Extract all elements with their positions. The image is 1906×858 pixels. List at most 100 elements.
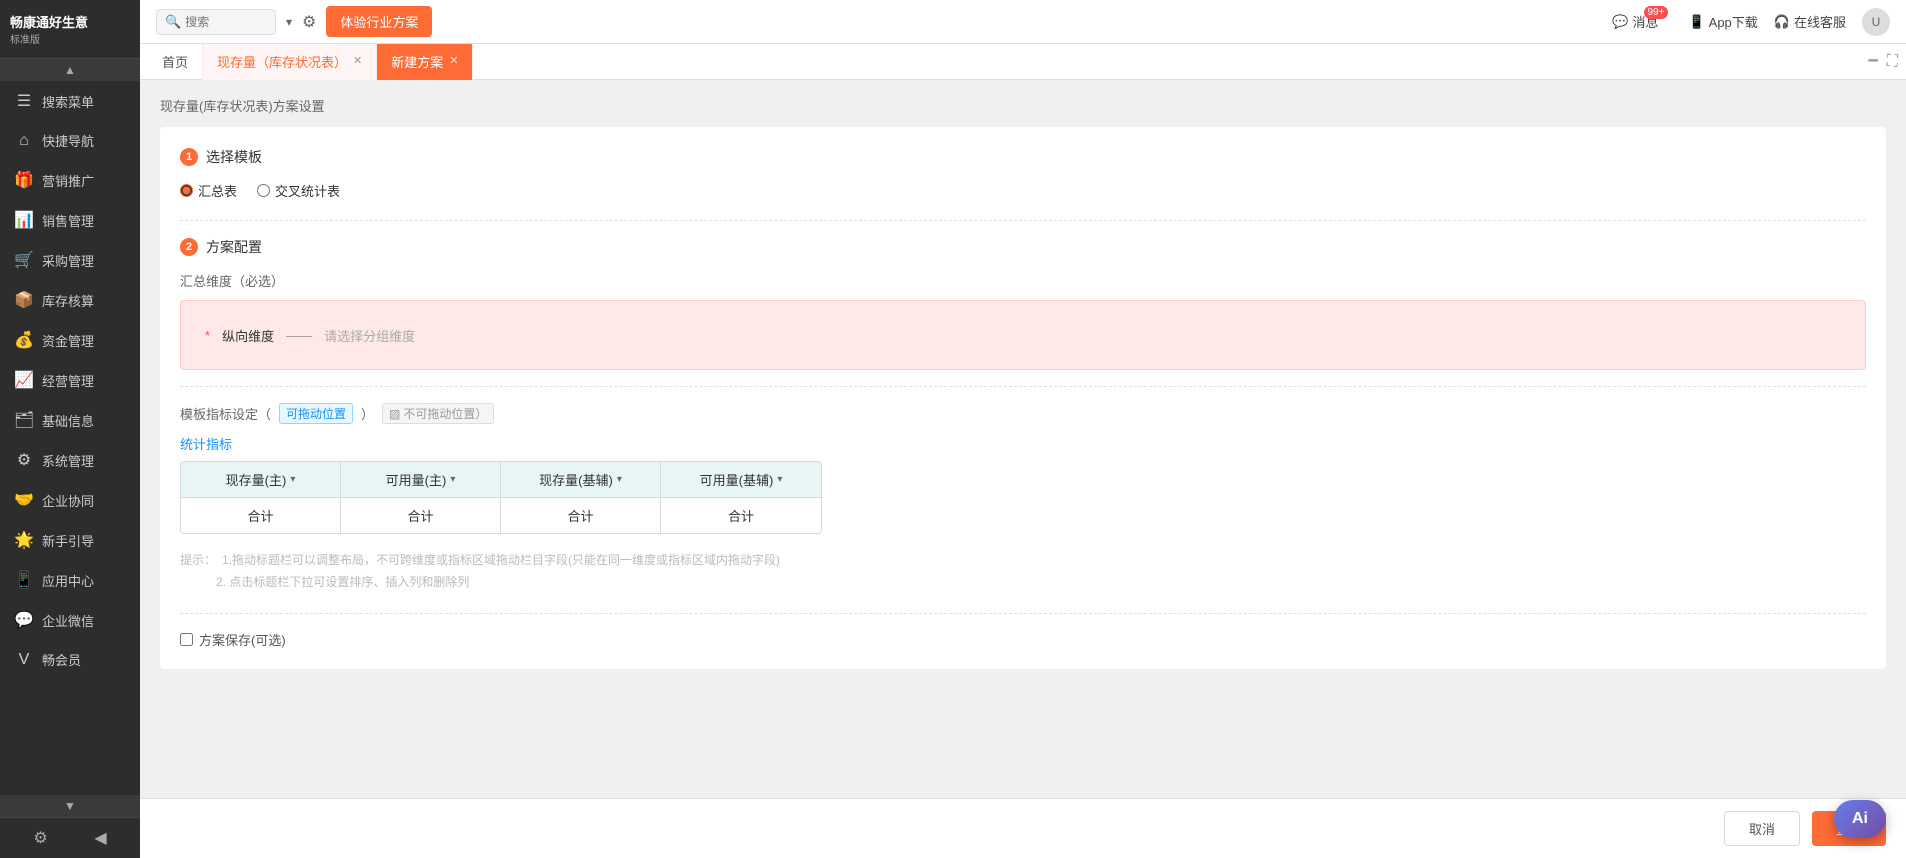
search-box[interactable]: 🔍 [156,9,276,35]
operation-icon: 📈 [14,370,34,390]
content-footer: 取消 查询 [140,798,1906,858]
sidebar-scroll-up[interactable]: ▲ [0,59,140,81]
content-wrapper: 现存量(库存状况表)方案设置 1 选择模板 汇总表 [140,80,1906,858]
app-download-label: App下载 [1709,12,1758,31]
new-scheme-tab-close-icon[interactable]: ✕ [449,56,458,67]
chevron-down-icon-3[interactable]: ▾ [777,474,782,485]
cancel-button[interactable]: 取消 [1724,811,1800,846]
sidebar-item-quick-nav[interactable]: ⌂ 快捷导航 [0,121,140,160]
marketing-icon: 🎁 [14,170,34,190]
app-download-action[interactable]: 📱 App下载 [1688,12,1757,31]
home-tab-label: 首页 [162,52,188,71]
collapse-icon[interactable]: ◀ [94,828,106,848]
sidebar-label-wechat: 企业微信 [42,611,94,630]
system-icon: ⚙ [14,450,34,470]
section-scheme-config: 2 方案配置 汇总维度（必选） * 纵向维度 —— 请选择分组维度 模板指 [180,237,1866,593]
section2-title: 方案配置 [206,237,262,257]
sidebar-item-inventory[interactable]: 📦 库存核算 [0,280,140,320]
section-divider-1 [180,220,1866,221]
sidebar-scroll-down[interactable]: ▼ [0,795,140,817]
tab-inventory[interactable]: 现存量（库存状况表） ✕ [203,44,377,80]
stats-col-1-body: 合计 [341,498,500,533]
section-choose-template: 1 选择模板 汇总表 交叉统计表 [180,147,1866,200]
tab-minimize-icon[interactable]: 🗕 [1867,48,1878,75]
dim-row-label: 纵向维度 [222,326,274,345]
sidebar-item-basic-info[interactable]: 🗂 基础信息 [0,400,140,440]
app-name: 畅康通好生意 [10,12,130,31]
wechat-icon: 💬 [14,610,34,630]
content-area: 现存量(库存状况表)方案设置 1 选择模板 汇总表 [140,80,1906,798]
required-mark: * [205,328,210,343]
sidebar-item-finance[interactable]: 💰 资金管理 [0,320,140,360]
tab-new-scheme[interactable]: 新建方案 ✕ [377,44,473,80]
sidebar-item-purchase[interactable]: 🛒 采购管理 [0,240,140,280]
stats-col-1-header[interactable]: 可用量(主) ▾ [341,462,500,498]
sidebar-item-cooperation[interactable]: 🤝 企业协同 [0,480,140,520]
indicators-label-prefix: 模板指标设定（ [180,404,271,423]
radio-cross[interactable]: 交叉统计表 [257,181,340,200]
sidebar-label-app-center: 应用中心 [42,571,94,590]
ai-bubble[interactable]: Ai [1834,800,1886,838]
tabs-bar: 首页 现存量（库存状况表） ✕ 新建方案 ✕ 🗕 ⛶ [140,44,1906,80]
tab-expand-icon[interactable]: ⛶ [1887,53,1898,71]
save-checkbox[interactable] [180,633,193,646]
sidebar-item-vip[interactable]: V 畅会员 [0,640,140,679]
sidebar-item-marketing[interactable]: 🎁 营销推广 [0,160,140,200]
tag-immovable: ▨ 不可拖动位置） [382,403,494,424]
customer-service-action[interactable]: 🎧 在线客服 [1774,12,1846,31]
section-divider-3 [180,613,1866,614]
message-action[interactable]: 💬 消息 99+ [1612,12,1658,31]
dimension-box[interactable]: * 纵向维度 —— 请选择分组维度 [180,300,1866,370]
tab-home[interactable]: 首页 [148,44,203,80]
dropdown-arrow-icon[interactable]: ▾ [286,15,292,29]
tip-item-0: 提示： 1.拖动标题栏可以调整布局，不可跨维度或指标区域拖动栏目字段(只能在同一… [180,550,1866,572]
sidebar-item-system[interactable]: ⚙ 系统管理 [0,440,140,480]
customer-service-label: 在线客服 [1794,12,1846,31]
trial-button[interactable]: 体验行业方案 [326,6,432,37]
settings-panel: 1 选择模板 汇总表 交叉统计表 [160,127,1886,669]
sidebar-item-search-menu[interactable]: ☰ 搜索菜单 [0,81,140,121]
stats-col-2-body: 合计 [501,498,660,533]
sidebar-footer: ⚙ ◀ [0,817,140,858]
sidebar-item-guide[interactable]: 🌟 新手引导 [0,520,140,560]
user-avatar[interactable]: U [1862,8,1890,36]
radio-summary[interactable]: 汇总表 [180,181,237,200]
stats-col-2-label: 现存量(基辅) [539,470,613,489]
stats-col-1-label: 可用量(主) [386,470,447,489]
stats-table-header: 现存量(主) ▾ 合计 可用量(主) ▾ 合计 [181,462,821,533]
chevron-down-icon-1[interactable]: ▾ [450,474,455,485]
app-edition: 标准版 [10,31,130,46]
immovable-icon: ▨ [389,407,400,421]
chevron-down-icon-2[interactable]: ▾ [617,474,622,485]
stats-col-3: 可用量(基辅) ▾ 合计 [661,462,821,533]
radio-summary-label: 汇总表 [198,181,237,200]
radio-cross-input[interactable] [257,184,270,197]
save-option-label: 方案保存(可选) [199,630,286,649]
tip-item-1: 2. 点击标题栏下拉可设置排序、插入列和删除列 [180,572,1866,594]
topbar-actions: 💬 消息 99+ 📱 App下载 🎧 在线客服 U [1612,8,1890,36]
stats-section-label: 统计指标 [180,434,1866,453]
inventory-icon: 📦 [14,290,34,310]
phone-icon: 📱 [1688,14,1704,30]
settings-icon[interactable]: ⚙ [33,828,47,848]
stats-col-3-header[interactable]: 可用量(基辅) ▾ [661,462,821,498]
quick-nav-icon: ⌂ [14,132,34,150]
stats-col-1: 可用量(主) ▾ 合计 [341,462,501,533]
radio-summary-input[interactable] [180,184,193,197]
sidebar-item-sales[interactable]: 📊 销售管理 [0,200,140,240]
stats-col-0-header[interactable]: 现存量(主) ▾ [181,462,340,498]
inventory-tab-close-icon[interactable]: ✕ [353,56,362,67]
sidebar-label-quick-nav: 快捷导航 [42,131,94,150]
sidebar-item-wechat[interactable]: 💬 企业微信 [0,600,140,640]
search-menu-icon: ☰ [14,91,34,111]
settings-gear-icon[interactable]: ⚙ [302,12,316,32]
sidebar-item-operation[interactable]: 📈 经营管理 [0,360,140,400]
sidebar-item-app-center[interactable]: 📱 应用中心 [0,560,140,600]
sidebar-label-basic-info: 基础信息 [42,411,94,430]
chevron-down-icon-0[interactable]: ▾ [290,474,295,485]
search-input[interactable] [185,15,265,29]
stats-col-2-header[interactable]: 现存量(基辅) ▾ [501,462,660,498]
tip-prefix: 提示： [180,550,216,572]
main-area: 🔍 ▾ ⚙ 体验行业方案 💬 消息 99+ 📱 App下载 🎧 在线客服 U [140,0,1906,858]
sidebar-label-guide: 新手引导 [42,531,94,550]
